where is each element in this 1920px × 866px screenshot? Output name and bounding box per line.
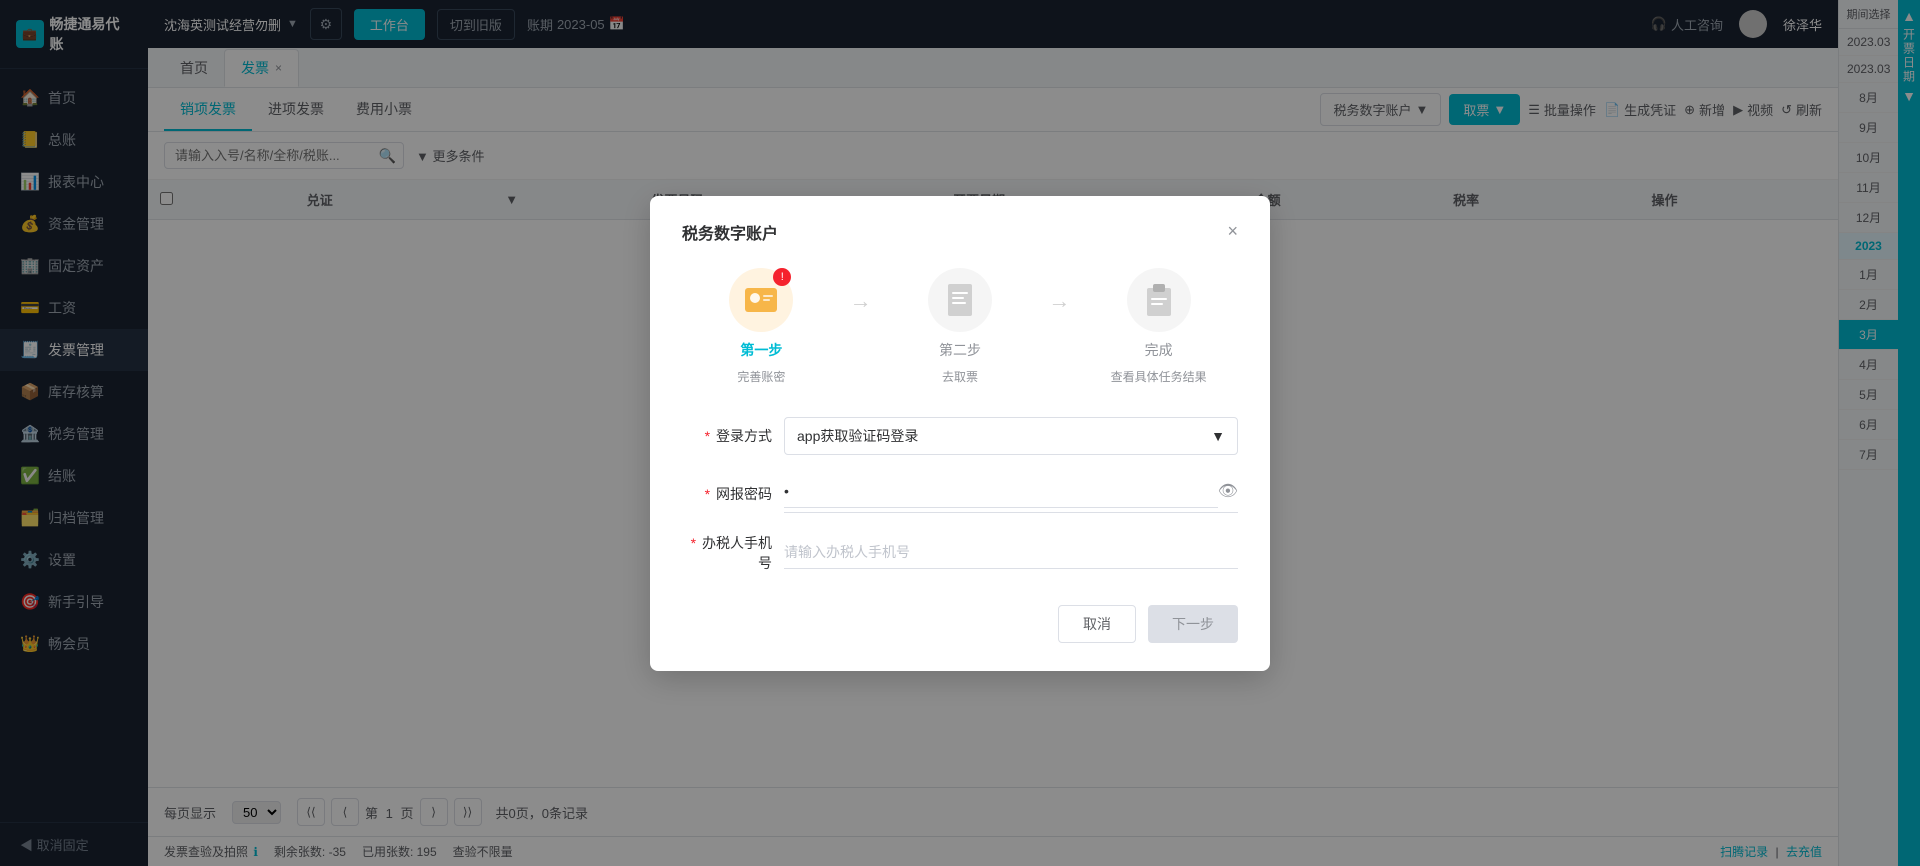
person-card-icon	[743, 282, 779, 318]
phone-row: * 办税人手机号	[682, 533, 1238, 573]
arrow-1-2: →	[841, 288, 881, 314]
step-3: 完成 查看具体任务结果	[1079, 268, 1238, 385]
step1-icon-wrap: !	[729, 268, 793, 332]
cancel-button[interactable]: 取消	[1058, 605, 1136, 643]
login-method-value: app获取验证码登录	[797, 426, 918, 446]
phone-label: * 办税人手机号	[682, 533, 772, 573]
eye-icon[interactable]: 👁	[1218, 481, 1238, 501]
modal-close-button[interactable]: ×	[1227, 221, 1238, 242]
arrow-2-3: →	[1039, 288, 1079, 314]
login-method-label: * 登录方式	[682, 426, 772, 446]
modal-title: 税务数字账户	[682, 220, 778, 244]
step-1: ! 第一步 完善账密	[682, 268, 841, 385]
password-row: * 网报密码 👁	[682, 475, 1238, 513]
step2-label: 第二步	[939, 340, 981, 360]
tax-account-modal: 税务数字账户 × ! 第一步 完善账密	[650, 196, 1270, 671]
doc-icon	[942, 282, 978, 318]
phone-input[interactable]	[784, 536, 1238, 569]
modal-footer: 取消 下一步	[682, 605, 1238, 643]
modal-overlay[interactable]: 税务数字账户 × ! 第一步 完善账密	[0, 0, 1920, 866]
step3-icon-wrap	[1127, 268, 1191, 332]
login-method-select[interactable]: app获取验证码登录 ▼	[784, 417, 1238, 455]
step1-badge: !	[773, 268, 791, 286]
steps: ! 第一步 完善账密 → 第二步 去取票	[682, 268, 1238, 385]
next-button[interactable]: 下一步	[1148, 605, 1238, 643]
step2-icon-wrap	[928, 268, 992, 332]
step2-desc: 去取票	[942, 368, 978, 385]
step3-desc: 查看具体任务结果	[1111, 368, 1207, 385]
modal-header: 税务数字账户 ×	[682, 220, 1238, 244]
form-body: * 登录方式 app获取验证码登录 ▼ * 网报密码 👁	[682, 417, 1238, 573]
clipboard-icon	[1141, 282, 1177, 318]
step1-desc: 完善账密	[737, 368, 785, 385]
login-method-row: * 登录方式 app获取验证码登录 ▼	[682, 417, 1238, 455]
step-2: 第二步 去取票	[881, 268, 1040, 385]
chevron-down-icon: ▼	[1211, 428, 1225, 444]
password-label: * 网报密码	[682, 484, 772, 504]
step3-label: 完成	[1145, 340, 1173, 360]
password-input[interactable]	[784, 475, 1218, 508]
step1-label: 第一步	[740, 340, 782, 360]
